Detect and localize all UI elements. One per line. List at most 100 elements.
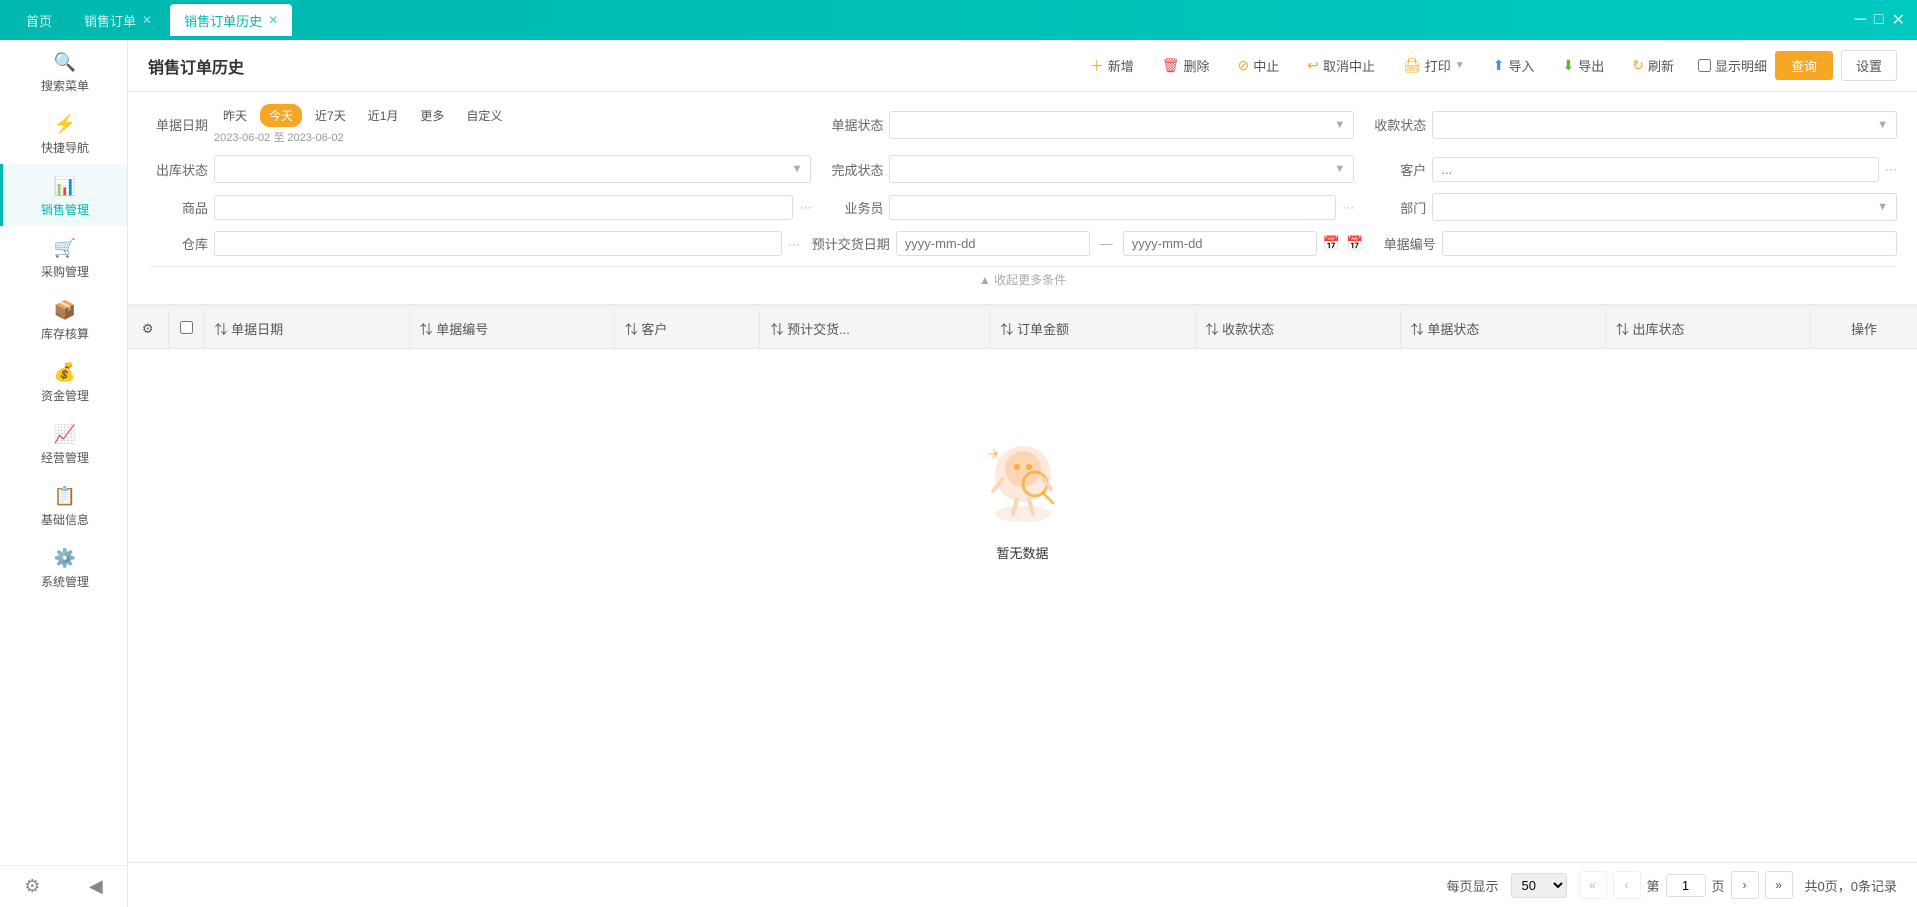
date-pill-more[interactable]: 更多 xyxy=(411,104,453,127)
date-pill-7days[interactable]: 近7天 xyxy=(306,104,355,127)
sidebar-item-finance[interactable]: 💰 资金管理 xyxy=(0,350,127,412)
order-status-select[interactable]: ▼ xyxy=(889,111,1354,139)
warehouse-label: 仓库 xyxy=(148,234,208,253)
sidebar-bottom: ⚙ ◀ xyxy=(0,865,127,907)
new-button[interactable]: ＋ 新增 xyxy=(1080,51,1144,81)
new-icon: ＋ xyxy=(1090,56,1104,76)
filter-row-2: 出库状态 ▼ 完成状态 ▼ 客户 ··· xyxy=(148,155,1897,183)
close-window-button[interactable]: ✕ xyxy=(1892,10,1905,30)
delete-label: 删除 xyxy=(1183,56,1209,75)
department-label: 部门 xyxy=(1366,198,1426,217)
empty-text: 暂无数据 xyxy=(996,543,1048,562)
warehouse-more[interactable]: ··· xyxy=(788,237,800,251)
th-pay-status-label: ⇅ 收款状态 xyxy=(1206,319,1275,338)
next-page-btn[interactable]: › xyxy=(1731,871,1759,899)
print-arrow: ▼ xyxy=(1455,60,1465,71)
minimize-button[interactable]: ─ xyxy=(1855,11,1866,29)
salesperson-more[interactable]: ··· xyxy=(1342,200,1354,214)
delete-button[interactable]: 🗑 删除 xyxy=(1152,51,1220,80)
filter-delivery-status: 出库状态 ▼ xyxy=(148,155,811,183)
filter-row-3: 商品 ··· 业务员 ··· 部门 ▼ xyxy=(148,193,1897,221)
th-pay-status: ⇅ 收款状态 xyxy=(1195,309,1400,349)
display-toggle-checkbox[interactable] xyxy=(1698,59,1711,72)
search-menu-icon: 🔍 xyxy=(54,52,76,73)
settings-button[interactable]: 设置 xyxy=(1841,50,1897,81)
customer-more[interactable]: ··· xyxy=(1885,162,1897,176)
expected-delivery-start[interactable] xyxy=(896,231,1090,256)
sidebar-item-quick-nav[interactable]: ⚡ 快捷导航 xyxy=(0,102,127,164)
date-pill-yesterday[interactable]: 昨天 xyxy=(214,104,256,127)
filter-row-1: 单据日期 昨天 今天 近7天 近1月 更多 自定义 2023-06-02 至 2… xyxy=(148,104,1897,145)
top-bar: 首页 销售订单 ✕ 销售订单历史 ✕ ─ □ ✕ xyxy=(0,0,1917,40)
th-date: ⇅ 单据日期 xyxy=(204,309,409,349)
sidebar-item-operations[interactable]: 📈 经营管理 xyxy=(0,412,127,474)
tab-sales-order-history[interactable]: 销售订单历史 ✕ xyxy=(170,4,292,36)
payment-status-select[interactable]: ▼ xyxy=(1432,111,1897,139)
refresh-icon: ↻ xyxy=(1632,57,1644,74)
collapse-text: 收起更多条件 xyxy=(994,273,1066,287)
print-button[interactable]: 🖨 打印 ▼ xyxy=(1393,51,1475,80)
sidebar-item-system[interactable]: ⚙️ 系统管理 xyxy=(0,536,127,598)
refresh-button[interactable]: ↻ 刷新 xyxy=(1622,51,1684,80)
order-number-input[interactable] xyxy=(1442,231,1897,256)
customer-input[interactable] xyxy=(1432,157,1879,182)
salesperson-label: 业务员 xyxy=(823,198,883,217)
inventory-icon: 📦 xyxy=(54,300,76,321)
page-size-select[interactable]: 50 10 20 100 xyxy=(1511,873,1567,898)
date-pill-1month[interactable]: 近1月 xyxy=(359,104,408,127)
salesperson-input[interactable] xyxy=(889,195,1336,220)
delivery-status-select[interactable]: ▼ xyxy=(214,155,811,183)
stop-label: 中止 xyxy=(1253,56,1279,75)
date-pill-custom[interactable]: 自定义 xyxy=(457,104,511,127)
sidebar-settings-btn[interactable]: ⚙ xyxy=(24,876,40,897)
tab-sales-order[interactable]: 销售订单 ✕ xyxy=(70,4,166,36)
calendar-icon-start[interactable]: 📅 xyxy=(1323,235,1340,252)
department-select[interactable]: ▼ xyxy=(1432,193,1897,221)
filter-warehouse: 仓库 ··· xyxy=(148,231,800,256)
filter-expected-delivery: 预计交货日期 — 📅 📅 xyxy=(812,231,1364,256)
query-button[interactable]: 查询 xyxy=(1775,51,1833,80)
tab-sales-order-history-label: 销售订单历史 xyxy=(184,11,262,30)
new-label: 新增 xyxy=(1108,56,1134,75)
stop-button[interactable]: ⊘ 中止 xyxy=(1228,51,1290,80)
empty-state-cell: 暂无数据 xyxy=(128,349,1917,643)
sidebar-item-sales-label: 销售管理 xyxy=(41,201,89,218)
first-page-btn[interactable]: « xyxy=(1579,871,1607,899)
sidebar-item-base[interactable]: 📋 基础信息 xyxy=(0,474,127,536)
export-button[interactable]: ⬇ 导出 xyxy=(1552,51,1614,80)
cancel-stop-button[interactable]: ↩ 取消中止 xyxy=(1297,51,1385,80)
quick-nav-icon: ⚡ xyxy=(54,114,76,135)
checkbox-th[interactable] xyxy=(168,309,204,349)
expected-delivery-end[interactable] xyxy=(1123,231,1317,256)
tab-sales-order-history-close[interactable]: ✕ xyxy=(268,13,278,27)
page-number-input[interactable] xyxy=(1666,874,1706,897)
prev-page-btn[interactable]: ‹ xyxy=(1613,871,1641,899)
sidebar-item-inventory[interactable]: 📦 库存核算 xyxy=(0,288,127,350)
goods-input[interactable] xyxy=(214,195,793,220)
display-toggle[interactable]: 显示明细 xyxy=(1698,56,1767,75)
sidebar-collapse-btn[interactable]: ◀ xyxy=(89,876,103,897)
page-header: 销售订单历史 ＋ 新增 🗑 删除 ⊘ 中止 ↩ 取消中止 xyxy=(128,40,1917,92)
settings-th[interactable]: ⚙ xyxy=(128,309,168,349)
tab-sales-order-close[interactable]: ✕ xyxy=(142,13,152,27)
tab-home[interactable]: 首页 xyxy=(12,4,66,36)
last-page-btn[interactable]: » xyxy=(1765,871,1793,899)
maximize-button[interactable]: □ xyxy=(1874,11,1884,29)
base-icon: 📋 xyxy=(54,486,76,507)
sidebar-item-purchase[interactable]: 🛒 采购管理 xyxy=(0,226,127,288)
select-all-checkbox[interactable] xyxy=(180,321,193,334)
goods-more[interactable]: ··· xyxy=(799,200,811,214)
import-button[interactable]: ⬆ 导入 xyxy=(1483,51,1545,80)
collapse-toggle[interactable]: ▲ 收起更多条件 xyxy=(148,266,1897,292)
completion-status-select[interactable]: ▼ xyxy=(889,155,1354,183)
calendar-icon-end[interactable]: 📅 xyxy=(1346,235,1363,252)
th-customer: ⇅ 客户 xyxy=(614,309,760,349)
warehouse-input[interactable] xyxy=(214,231,782,256)
sidebar-item-search-menu[interactable]: 🔍 搜索菜单 xyxy=(0,40,127,102)
customer-label: 客户 xyxy=(1366,160,1426,179)
sidebar-item-sales[interactable]: 📊 销售管理 xyxy=(0,164,127,226)
filter-department: 部门 ▼ xyxy=(1366,193,1897,221)
payment-status-label: 收款状态 xyxy=(1366,115,1426,134)
date-pill-today[interactable]: 今天 xyxy=(260,104,302,127)
order-status-label: 单据状态 xyxy=(823,115,883,134)
